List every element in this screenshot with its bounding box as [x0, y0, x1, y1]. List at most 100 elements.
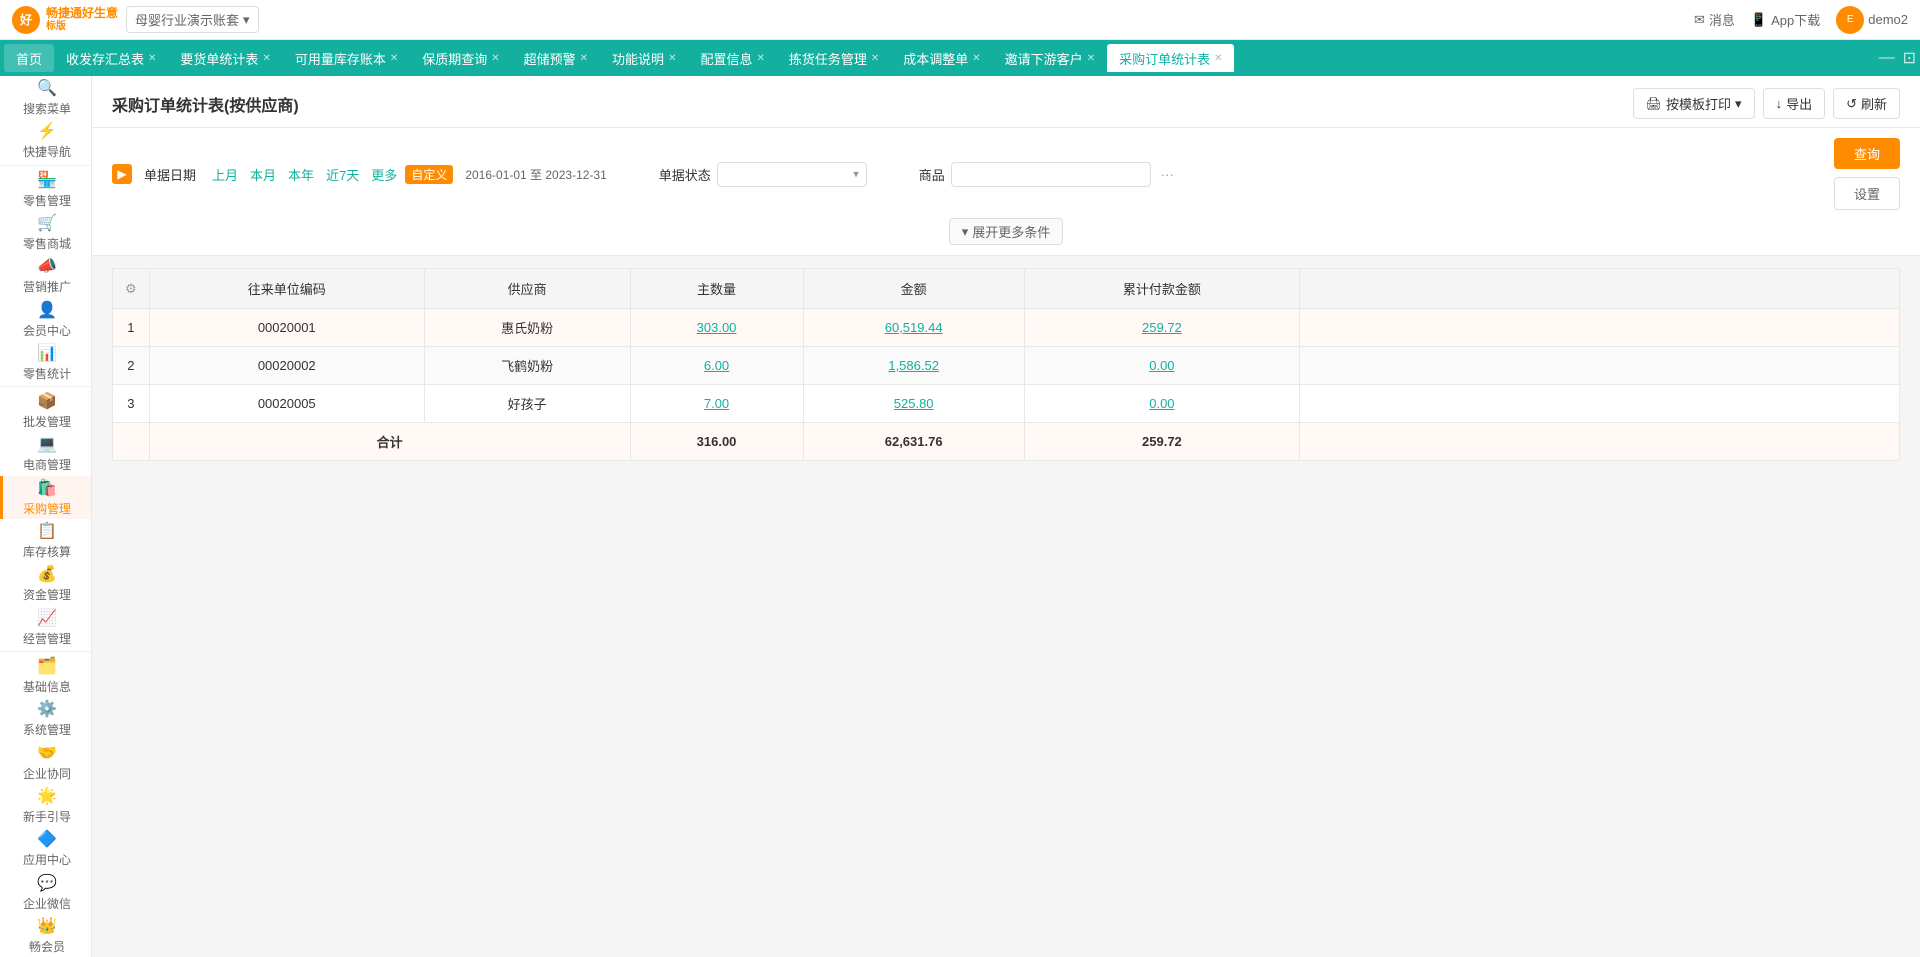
refresh-button[interactable]: ↺ 刷新: [1833, 88, 1900, 119]
shortcut-last-month[interactable]: 上月: [208, 163, 242, 186]
close-icon[interactable]: ✕: [871, 53, 879, 64]
sidebar-item-inventory[interactable]: 📋 库存核算: [0, 519, 91, 562]
sidebar-item-finance[interactable]: 💰 资金管理: [0, 562, 91, 605]
row-qty[interactable]: 6.00: [630, 347, 803, 385]
row-paid[interactable]: 259.72: [1024, 309, 1299, 347]
chevron-down-icon: ▾: [243, 12, 250, 28]
page-actions: 🖨 按模板打印 ▾ ↓ 导出 ↺ 刷新: [1633, 88, 1901, 119]
export-icon: ↓: [1776, 96, 1783, 111]
row-amount[interactable]: 60,519.44: [803, 309, 1024, 347]
sidebar-item-svip[interactable]: 👑 畅会员: [0, 914, 91, 957]
sidebar-item-retail-manage[interactable]: 🏪 零售管理: [0, 167, 91, 210]
tab-chengbentiaozhen[interactable]: 成本调整单 ✕: [891, 44, 992, 72]
close-icon[interactable]: ✕: [1087, 53, 1095, 64]
refresh-icon: ↺: [1846, 96, 1857, 112]
close-icon[interactable]: ✕: [390, 53, 398, 64]
workspace-selector[interactable]: 母婴行业演示账套 ▾: [126, 6, 259, 33]
tab-baozhiqi[interactable]: 保质期查询 ✕: [410, 44, 511, 72]
tab-home[interactable]: 首页: [4, 44, 54, 72]
expand-button[interactable]: ▾ 展开更多条件: [949, 218, 1064, 245]
filter-toggle-button[interactable]: ▶: [112, 164, 132, 184]
sidebar-item-purchase[interactable]: 🛍️ 采购管理: [0, 476, 91, 519]
sidebar-item-guide[interactable]: 🌟 新手引导: [0, 784, 91, 827]
gear-icon[interactable]: ⚙: [125, 281, 137, 296]
top-bar: 好 畅捷通好生意 标版 母婴行业演示账套 ▾ ✉ 消息 📱 App下载 E de…: [0, 0, 1920, 40]
row-qty[interactable]: 303.00: [630, 309, 803, 347]
sidebar-item-label: 企业协同: [23, 765, 71, 782]
sidebar-item-member[interactable]: 👤 会员中心: [0, 297, 91, 340]
query-button[interactable]: 查询: [1834, 138, 1900, 169]
sidebar-item-app-center[interactable]: 🔷 应用中心: [0, 827, 91, 870]
tab-shoufahuizong[interactable]: 收发存汇总表 ✕: [54, 44, 168, 72]
sidebar-item-label: 新手引导: [23, 808, 71, 825]
print-button[interactable]: 🖨 按模板打印 ▾: [1633, 88, 1755, 119]
export-button[interactable]: ↓ 导出: [1763, 88, 1826, 119]
sidebar-item-batch-manage[interactable]: 📦 批发管理: [0, 389, 91, 432]
expand-row: ▾ 展开更多条件: [112, 218, 1900, 245]
app-download-action[interactable]: 📱 App下载: [1751, 10, 1820, 29]
sidebar-item-label: 基础信息: [23, 678, 71, 695]
sidebar-item-ecommerce[interactable]: 💻 电商管理: [0, 432, 91, 475]
tab-yaoqing[interactable]: 邀请下游客户 ✕: [993, 44, 1107, 72]
enterprise-icon: 🤝: [37, 743, 57, 763]
tab-peihuorenwu[interactable]: 拣货任务管理 ✕: [777, 44, 891, 72]
goods-filter-field: 商品 ···: [919, 162, 1174, 187]
row-paid[interactable]: 0.00: [1024, 385, 1299, 423]
tab-label: 成本调整单: [903, 49, 968, 68]
guide-icon: 🌟: [37, 786, 57, 806]
tab-label-home: 首页: [16, 49, 42, 68]
tab-peizhi[interactable]: 配置信息 ✕: [688, 44, 776, 72]
close-icon[interactable]: ✕: [580, 53, 588, 64]
row-amount[interactable]: 525.80: [803, 385, 1024, 423]
row-paid[interactable]: 0.00: [1024, 347, 1299, 385]
maximize-icon[interactable]: ⊡: [1903, 48, 1916, 68]
close-icon[interactable]: ✕: [491, 53, 499, 64]
tab-yaohuo[interactable]: 要货单统计表 ✕: [168, 44, 282, 72]
row-amount[interactable]: 1,586.52: [803, 347, 1024, 385]
chevron-down-icon: ▾: [1735, 96, 1742, 112]
shortcut-this-year[interactable]: 本年: [284, 163, 318, 186]
sidebar-item-basic[interactable]: 🗂️ 基础信息: [0, 654, 91, 697]
shortcut-7days[interactable]: 近7天: [322, 163, 363, 186]
sidebar-item-wechat[interactable]: 💬 企业微信: [0, 870, 91, 913]
more-dots-icon[interactable]: ···: [1161, 167, 1174, 182]
status-filter-field: 单据状态: [659, 162, 867, 187]
shortcut-this-month[interactable]: 本月: [246, 163, 280, 186]
goods-input[interactable]: [951, 162, 1151, 187]
tab-keyongliang[interactable]: 可用量库存账本 ✕: [283, 44, 410, 72]
table-row: 1 00020001 惠氏奶粉 303.00 60,519.44 259.72: [113, 309, 1900, 347]
minimize-icon[interactable]: —: [1879, 49, 1895, 67]
close-icon[interactable]: ✕: [1214, 53, 1222, 64]
close-icon[interactable]: ✕: [668, 53, 676, 64]
tab-gongneng[interactable]: 功能说明 ✕: [600, 44, 688, 72]
message-action[interactable]: ✉ 消息: [1694, 10, 1735, 29]
sidebar-item-search[interactable]: 🔍 搜索菜单: [0, 76, 91, 119]
sidebar-item-retail-shop[interactable]: 🛒 零售商城: [0, 211, 91, 254]
row-qty[interactable]: 7.00: [630, 385, 803, 423]
close-icon[interactable]: ✕: [262, 53, 270, 64]
close-icon[interactable]: ✕: [972, 53, 980, 64]
row-index: 3: [113, 385, 150, 423]
sidebar-item-system[interactable]: ⚙️ 系统管理: [0, 697, 91, 740]
tab-label: 功能说明: [612, 49, 664, 68]
row-supplier: 惠氏奶粉: [424, 309, 630, 347]
shortcut-more[interactable]: 更多: [367, 163, 401, 186]
sidebar-item-marketing[interactable]: 📣 营销推广: [0, 254, 91, 297]
tab-caigoutongji[interactable]: 采购订单统计表 ✕: [1107, 44, 1234, 72]
sidebar-item-retail-stat[interactable]: 📊 零售统计: [0, 341, 91, 384]
top-bar-left: 好 畅捷通好生意 标版 母婴行业演示账套 ▾: [12, 6, 259, 34]
sidebar-item-operations[interactable]: 📈 经营管理: [0, 606, 91, 649]
message-icon: ✉: [1694, 12, 1705, 28]
close-icon[interactable]: ✕: [756, 53, 764, 64]
tab-label: 收发存汇总表: [66, 49, 144, 68]
sidebar-item-label: 畅会员: [29, 938, 65, 955]
close-icon[interactable]: ✕: [148, 53, 156, 64]
status-select-wrap: [717, 162, 867, 187]
tab-chaochuyujing[interactable]: 超储预警 ✕: [512, 44, 600, 72]
sidebar-divider: [0, 651, 91, 652]
status-select[interactable]: [717, 162, 867, 187]
sidebar-item-enterprise[interactable]: 🤝 企业协同: [0, 740, 91, 783]
setting-button[interactable]: 设置: [1834, 177, 1900, 210]
user-area[interactable]: E demo2: [1836, 6, 1908, 34]
sidebar-item-shortcut[interactable]: ⚡ 快捷导航: [0, 119, 91, 162]
